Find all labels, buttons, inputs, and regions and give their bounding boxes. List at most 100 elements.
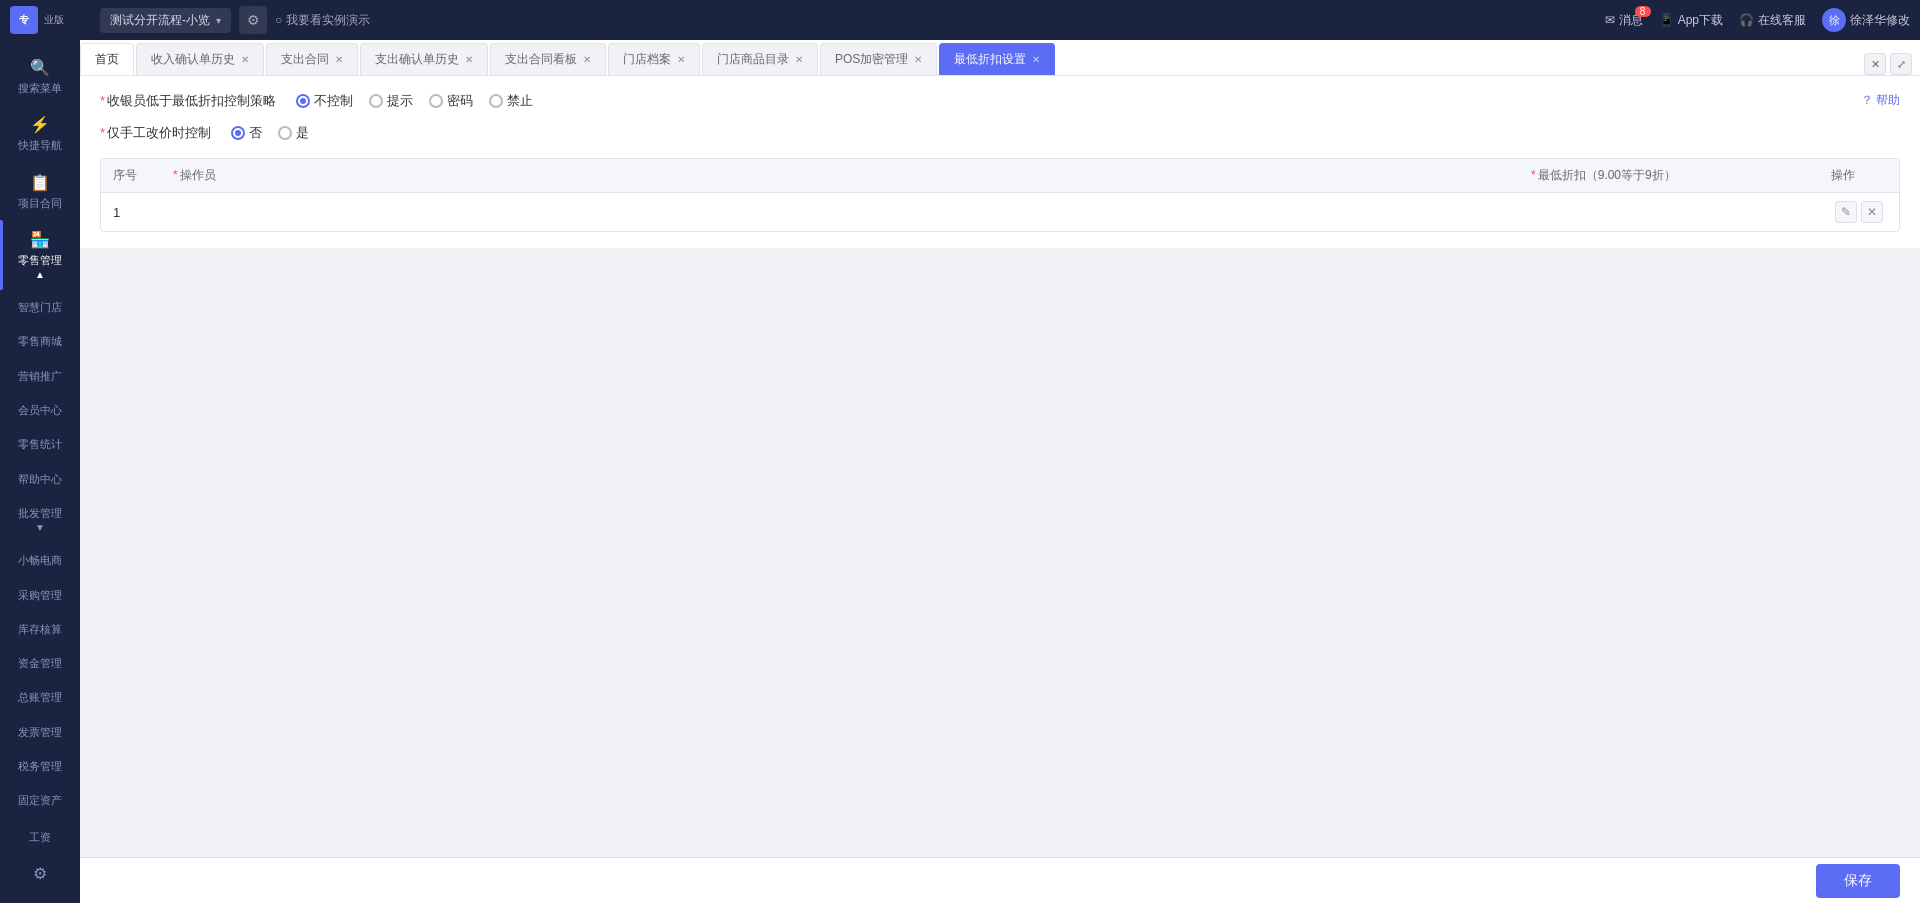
radio-forbid[interactable]: 禁止 (489, 92, 533, 110)
radio-no[interactable]: 否 (231, 124, 262, 142)
radio-password-label: 密码 (447, 92, 473, 110)
project-selector[interactable]: 测试分开流程-小览 ▾ (100, 8, 231, 33)
radio-forbid-circle (489, 94, 503, 108)
close-icon[interactable]: ✕ (795, 54, 803, 65)
sidebar-item-label: 零售管理 (18, 253, 62, 267)
app-download-button[interactable]: 📱 App下载 (1659, 12, 1723, 29)
project-icon: 📋 (30, 173, 50, 192)
tab-min-discount-label: 最低折扣设置 (954, 51, 1026, 68)
sidebar-item-purchase[interactable]: 采购管理 (0, 578, 80, 612)
sidebar-item-ecommerce[interactable]: 小畅电商 (0, 543, 80, 577)
data-table-wrap: 序号 *操作员 *最低折扣（9.00等于9折） 操作 (100, 158, 1900, 232)
action-buttons: ✎ ✕ (1831, 201, 1887, 223)
sidebar-item-label: 项目合同 (18, 196, 62, 210)
close-icon[interactable]: ✕ (335, 54, 343, 65)
chevron-down-icon: ▾ (216, 15, 221, 26)
close-icon[interactable]: ✕ (465, 54, 473, 65)
sidebar-item-retail-stat[interactable]: 零售统计 (0, 427, 80, 461)
tab-store-archive[interactable]: 门店档案 ✕ (608, 43, 700, 75)
sidebar-item-label: 营销推广 (18, 369, 62, 383)
sidebar-item-salary[interactable]: 工资 (0, 820, 80, 854)
sidebar-item-inventory[interactable]: 库存核算 (0, 612, 80, 646)
sidebar-item-project[interactable]: 📋 项目合同 (0, 163, 80, 220)
gear-icon: ⚙ (33, 864, 47, 883)
tab-income[interactable]: 收入确认单历史 ✕ (136, 43, 264, 75)
service-icon: 🎧 (1739, 13, 1754, 27)
sidebar-item-online-store[interactable]: 零售商城 (0, 324, 80, 358)
edit-button[interactable]: ✎ (1835, 201, 1857, 223)
help-button[interactable]: ？ 帮助 (1861, 92, 1900, 109)
radio-no-control[interactable]: 不控制 (296, 92, 353, 110)
sidebar-item-shortcut[interactable]: ⚡ 快捷导航 (0, 105, 80, 162)
discount-control-label: *收银员低于最低折扣控制策略 (100, 92, 276, 110)
sidebar-item-search[interactable]: 🔍 搜索菜单 (0, 48, 80, 105)
retail-icon: 🏪 (30, 230, 50, 249)
demo-link-icon: ○ (275, 13, 282, 27)
sidebar-item-tax[interactable]: 税务管理 (0, 749, 80, 783)
sidebar-item-label: 采购管理 (18, 588, 62, 602)
tab-expense-view[interactable]: 支出合同看板 ✕ (490, 43, 606, 75)
message-icon: ✉ (1605, 13, 1615, 27)
sidebar-item-invoice[interactable]: 发票管理 (0, 715, 80, 749)
tab-home[interactable]: 首页 (80, 43, 134, 75)
tab-close-button[interactable]: ✕ (1864, 53, 1886, 75)
sidebar-item-fixed-assets[interactable]: 固定资产 (0, 783, 80, 817)
form-section: ？ 帮助 *收银员低于最低折扣控制策略 不控制 (100, 92, 1900, 142)
tab-contract[interactable]: 支出合同 ✕ (266, 43, 358, 75)
sidebar-settings-button[interactable]: ⚙ (0, 854, 80, 895)
download-icon: 📱 (1659, 13, 1674, 27)
demo-link[interactable]: ○ 我要看实例演示 (275, 12, 370, 29)
radio-password[interactable]: 密码 (429, 92, 473, 110)
close-icon[interactable]: ✕ (1032, 54, 1040, 65)
tab-store-archive-label: 门店档案 (623, 51, 671, 68)
cell-action: ✎ ✕ (1819, 193, 1899, 232)
sidebar-item-wholesale[interactable]: 批发管理 ▼ (0, 496, 80, 543)
tab-expense-confirm[interactable]: 支出确认单历史 ✕ (360, 43, 488, 75)
manual-control-label: *仅手工改价时控制 (100, 124, 211, 142)
user-profile-button[interactable]: 徐 徐泽华修改 (1822, 8, 1910, 32)
main-layout: 🔍 搜索菜单 ⚡ 快捷导航 📋 项目合同 🏪 零售管理 ▲ 智慧门店 零售商城 … (0, 40, 1920, 903)
data-table: 序号 *操作员 *最低折扣（9.00等于9折） 操作 (101, 159, 1899, 231)
sidebar: 🔍 搜索菜单 ⚡ 快捷导航 📋 项目合同 🏪 零售管理 ▲ 智慧门店 零售商城 … (0, 40, 80, 903)
sidebar-item-label: 库存核算 (18, 622, 62, 636)
sidebar-item-accounting[interactable]: 总账管理 (0, 680, 80, 714)
radio-no-label: 否 (249, 124, 262, 142)
delete-button[interactable]: ✕ (1861, 201, 1883, 223)
radio-yes[interactable]: 是 (278, 124, 309, 142)
sidebar-item-label: 小畅电商 (18, 553, 62, 567)
radio-yes-label: 是 (296, 124, 309, 142)
sidebar-item-retail[interactable]: 🏪 零售管理 ▲ (0, 220, 80, 290)
tab-expand-button[interactable]: ⤢ (1890, 53, 1912, 75)
sidebar-item-finance[interactable]: 资金管理 (0, 646, 80, 680)
content-area: 首页 收入确认单历史 ✕ 支出合同 ✕ 支出确认单历史 ✕ 支出合同看板 ✕ 门… (80, 40, 1920, 903)
tab-min-discount[interactable]: 最低折扣设置 ✕ (939, 43, 1055, 75)
messages-button[interactable]: ✉ 消息 8 (1605, 12, 1643, 29)
close-icon[interactable]: ✕ (914, 54, 922, 65)
shortcut-icon: ⚡ (30, 115, 50, 134)
sidebar-item-member[interactable]: 会员中心 (0, 393, 80, 427)
top-bar-right: ✉ 消息 8 📱 App下载 🎧 在线客服 徐 徐泽华修改 (1605, 8, 1910, 32)
radio-no-control-circle (296, 94, 310, 108)
settings-button[interactable]: ⚙ (239, 6, 267, 34)
manual-control-radio-group: 否 是 (231, 124, 309, 142)
online-service-button[interactable]: 🎧 在线客服 (1739, 12, 1806, 29)
sidebar-item-help[interactable]: 帮助中心 (0, 462, 80, 496)
tab-expense-view-label: 支出合同看板 (505, 51, 577, 68)
tab-pos-password[interactable]: POS加密管理 ✕ (820, 43, 937, 75)
close-icon[interactable]: ✕ (241, 54, 249, 65)
table-header-row: 序号 *操作员 *最低折扣（9.00等于9折） 操作 (101, 159, 1899, 193)
app-download-label: App下载 (1678, 12, 1723, 29)
radio-no-control-label: 不控制 (314, 92, 353, 110)
close-icon[interactable]: ✕ (677, 54, 685, 65)
sidebar-item-marketing[interactable]: 营销推广 (0, 359, 80, 393)
close-icon[interactable]: ✕ (583, 54, 591, 65)
sidebar-item-label: 工资 (29, 830, 51, 844)
sidebar-item-label: 帮助中心 (18, 472, 62, 486)
radio-hint[interactable]: 提示 (369, 92, 413, 110)
messages-badge: 8 (1635, 6, 1651, 17)
save-button[interactable]: 保存 (1816, 864, 1900, 898)
sidebar-item-smart-store[interactable]: 智慧门店 (0, 290, 80, 324)
search-icon: 🔍 (30, 58, 50, 77)
logo-icon: 专 (10, 6, 38, 34)
tab-store-catalog[interactable]: 门店商品目录 ✕ (702, 43, 818, 75)
